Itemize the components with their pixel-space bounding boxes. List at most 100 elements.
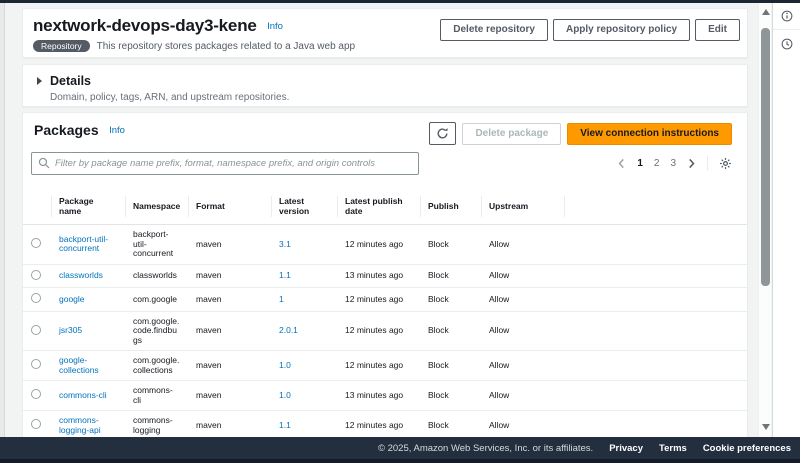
table-row[interactable]: backport-util-concurrent backport-util-c… <box>23 225 747 265</box>
pagination-page-1[interactable]: 1 <box>637 158 643 169</box>
repository-info-link[interactable]: Info <box>267 21 283 32</box>
namespace-cell: com.google.collections <box>125 350 188 381</box>
publish-date-cell: 12 minutes ago <box>345 238 404 249</box>
latest-version-link[interactable]: 1.0 <box>279 390 291 400</box>
format-cell: maven <box>188 410 271 437</box>
privacy-link[interactable]: Privacy <box>609 443 643 454</box>
col-package-name: Package name <box>51 189 125 225</box>
publish-date-cell: 13 minutes ago <box>337 263 420 288</box>
details-expander[interactable]: Details <box>37 74 733 88</box>
pagination-page-3[interactable]: 3 <box>670 158 676 169</box>
repository-header-card: nextwork-devops-day3-kene Info Repositor… <box>22 8 748 58</box>
scroll-down-arrow-icon[interactable] <box>762 424 770 430</box>
settings-gear-icon[interactable] <box>719 157 732 170</box>
edit-button[interactable]: Edit <box>695 19 740 41</box>
row-radio[interactable] <box>31 269 41 280</box>
apply-repository-policy-button[interactable]: Apply repository policy <box>552 19 691 41</box>
publish-cell: Block <box>420 410 481 437</box>
delete-package-button[interactable]: Delete package <box>462 122 562 145</box>
bottom-edge-bar <box>0 459 800 463</box>
packages-card: Packages Info Delete package View connec… <box>22 112 748 437</box>
history-panel-button[interactable] <box>773 30 800 57</box>
col-format: Format <box>188 189 271 225</box>
package-name-link[interactable]: google-collections <box>59 355 99 375</box>
row-radio[interactable] <box>31 238 41 248</box>
row-radio[interactable] <box>31 359 41 370</box>
latest-version-link[interactable]: 1.1 <box>279 270 291 280</box>
row-radio[interactable] <box>31 293 41 303</box>
row-radio[interactable] <box>31 419 41 430</box>
view-connection-instructions-button[interactable]: View connection instructions <box>567 122 732 145</box>
search-icon <box>38 157 50 169</box>
details-card: Details Domain, policy, tags, ARN, and u… <box>22 64 748 107</box>
upstream-cell: Allow <box>481 263 564 288</box>
top-edge-bar <box>0 0 800 3</box>
format-cell: maven <box>188 380 271 411</box>
col-filler <box>564 189 747 225</box>
namespace-cell: com.google.code.findbugs <box>125 310 188 351</box>
table-row[interactable]: google com.google maven 1 12 minutes ago… <box>23 287 747 311</box>
latest-version-link[interactable]: 1.1 <box>279 420 291 430</box>
info-circle-icon <box>781 10 792 22</box>
table-row[interactable]: jsr305 com.google.code.findbugs maven 2.… <box>23 310 747 351</box>
right-tool-rail <box>772 3 800 437</box>
packages-heading: Packages Info <box>34 122 125 140</box>
cookie-preferences-link[interactable]: Cookie preferences <box>703 443 791 454</box>
refresh-button[interactable] <box>429 122 457 145</box>
page-title: nextwork-devops-day3-kene <box>33 16 257 35</box>
publish-cell: Block <box>420 350 481 381</box>
package-name-link[interactable]: classworlds <box>59 270 103 280</box>
packages-table: Package name Namespace Format Latest ver… <box>23 189 747 437</box>
packages-info-link[interactable]: Info <box>109 125 125 136</box>
format-cell: maven <box>188 287 271 311</box>
package-filter-input[interactable] <box>31 152 419 175</box>
terms-link[interactable]: Terms <box>659 443 687 454</box>
table-row[interactable]: commons-logging-api commons-logging mave… <box>23 410 747 437</box>
publish-cell: Block <box>420 287 481 311</box>
table-row[interactable]: google-collections com.google.collection… <box>23 350 747 381</box>
delete-repository-button[interactable]: Delete repository <box>440 19 548 41</box>
upstream-cell: Allow <box>489 238 510 249</box>
pagination-page-2[interactable]: 2 <box>654 158 660 169</box>
repository-type-badge: Repository <box>33 40 90 52</box>
table-row[interactable]: commons-cli commons-cli maven 1.0 13 min… <box>23 380 747 411</box>
pagination-divider <box>707 156 708 171</box>
info-panel-button[interactable] <box>773 3 800 30</box>
row-radio[interactable] <box>31 389 41 400</box>
namespace-cell: backport-util-concurrent <box>133 229 174 258</box>
package-name-link[interactable]: commons-logging-api <box>59 415 101 435</box>
repository-actions: Delete repository Apply repository polic… <box>440 16 740 57</box>
upstream-cell: Allow <box>481 287 564 311</box>
package-name-link[interactable]: google <box>59 294 85 304</box>
col-upstream: Upstream <box>481 189 564 225</box>
upstream-cell: Allow <box>481 310 564 351</box>
namespace-cell: commons-cli <box>125 380 188 411</box>
publish-date-cell: 13 minutes ago <box>337 380 420 411</box>
package-name-link[interactable]: jsr305 <box>59 325 82 335</box>
package-name-link[interactable]: backport-util-concurrent <box>59 234 108 254</box>
content-column: nextwork-devops-day3-kene Info Repositor… <box>22 3 748 437</box>
latest-version-link[interactable]: 2.0.1 <box>279 325 298 335</box>
latest-version-link[interactable]: 1 <box>279 294 284 304</box>
clock-icon <box>781 38 792 49</box>
pagination-prev-icon[interactable] <box>617 158 626 169</box>
namespace-cell: com.google <box>125 287 188 311</box>
console-footer: © 2025, Amazon Web Services, Inc. or its… <box>0 437 800 459</box>
table-row[interactable]: classworlds classworlds maven 1.1 13 min… <box>23 263 747 288</box>
packages-title: Packages <box>34 122 99 138</box>
pagination-next-icon[interactable] <box>687 158 696 169</box>
details-subtitle: Domain, policy, tags, ARN, and upstream … <box>50 92 290 103</box>
scrollbar-thumb[interactable] <box>761 28 770 286</box>
package-name-link[interactable]: commons-cli <box>59 390 107 400</box>
col-latest-publish-date: Latest publish date <box>337 189 420 225</box>
latest-version-link[interactable]: 1.0 <box>279 360 291 370</box>
scroll-up-arrow-icon[interactable] <box>762 9 770 15</box>
row-radio[interactable] <box>31 324 41 335</box>
format-cell: maven <box>188 310 271 351</box>
latest-version-link[interactable]: 3.1 <box>279 239 291 249</box>
upstream-cell: Allow <box>481 380 564 411</box>
publish-cell: Block <box>420 263 481 288</box>
upstream-cell: Allow <box>481 410 564 437</box>
vertical-scrollbar[interactable] <box>758 3 771 437</box>
repository-description: This repository stores packages related … <box>96 40 356 52</box>
